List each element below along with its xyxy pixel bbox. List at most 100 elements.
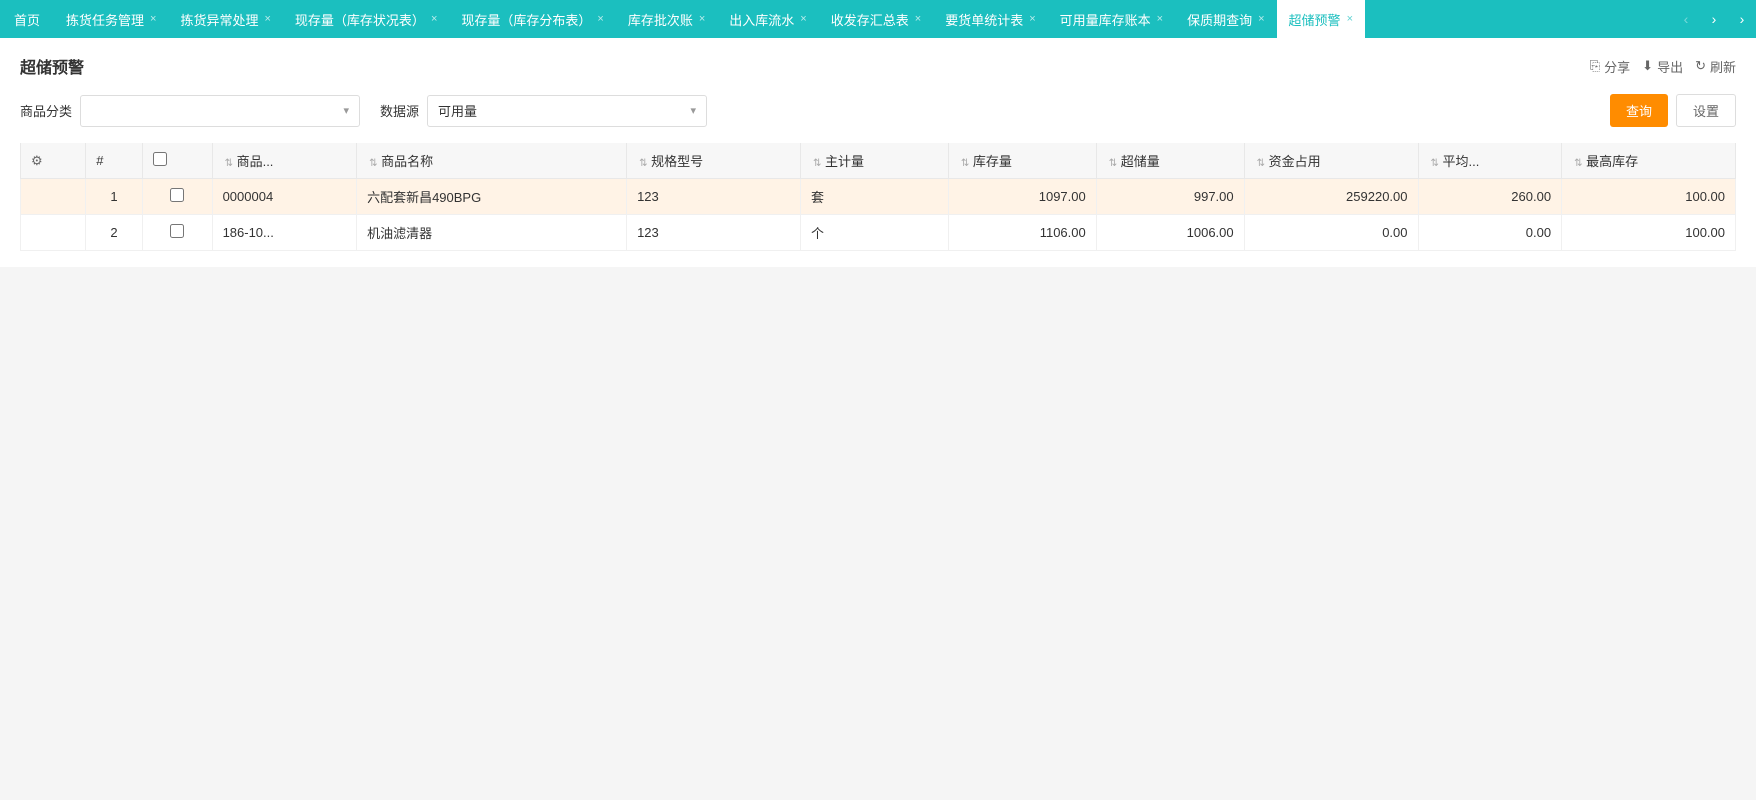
tab-5[interactable]: 库存批次账 × [616, 0, 717, 38]
row-num-cell: 2 [86, 215, 142, 251]
sort-icon-max: ⇅ [1574, 158, 1582, 169]
export-button[interactable]: ⬇ 导出 [1642, 57, 1683, 76]
page-content: 超储预警 ⎘ 分享 ⬇ 导出 ↻ 刷新 商品分类 ▾ 数据源 [0, 38, 1756, 267]
row-checkbox-cell[interactable] [142, 215, 212, 251]
top-nav: 首页 拣货任务管理 × 拣货异常处理 × 现存量（库存状况表） × 现存量（库存… [0, 0, 1756, 38]
header-actions: ⎘ 分享 ⬇ 导出 ↻ 刷新 [1590, 57, 1736, 76]
row-checkbox[interactable] [170, 188, 184, 202]
row-checkbox[interactable] [170, 224, 184, 238]
th-max-stock[interactable]: ⇅ 最高库存 [1562, 143, 1736, 179]
close-tab-9-icon[interactable]: × [1157, 13, 1163, 25]
sort-icon-name: ⇅ [369, 158, 377, 169]
tab-11[interactable]: 超储预警 × [1277, 0, 1365, 38]
refresh-icon: ↻ [1695, 58, 1706, 74]
query-button[interactable]: 查询 [1610, 94, 1668, 127]
row-spec: 123 [627, 179, 801, 215]
share-icon: ⎘ [1590, 58, 1600, 74]
close-tab-3-icon[interactable]: × [431, 13, 437, 25]
table-row: 1 0000004 六配套新昌490BPG 123 套 1097.00 997.… [21, 179, 1736, 215]
th-product-code[interactable]: ⇅ 商品... [212, 143, 357, 179]
close-tab-10-icon[interactable]: × [1258, 13, 1264, 25]
refresh-button[interactable]: ↻ 刷新 [1695, 57, 1736, 76]
sort-icon: ⇅ [225, 158, 233, 169]
row-gear-cell [21, 215, 86, 251]
tab-8[interactable]: 要货单统计表 × [933, 0, 1047, 38]
table-row: 2 186-10... 机油滤清器 123 个 1106.00 1006.00 … [21, 215, 1736, 251]
page-header: 超储预警 ⎘ 分享 ⬇ 导出 ↻ 刷新 [20, 54, 1736, 78]
tab-4[interactable]: 现存量（库存分布表） × [449, 0, 615, 38]
row-spec: 123 [627, 215, 801, 251]
row-gear-cell [21, 179, 86, 215]
close-tab-1-icon[interactable]: × [150, 13, 156, 25]
close-tab-6-icon[interactable]: × [800, 13, 806, 25]
data-table: ⚙ # ⇅ 商品... ⇅ 商品名称 ⇅ 规格型号 [20, 143, 1736, 251]
nav-home[interactable]: 首页 [0, 10, 54, 29]
tab-3[interactable]: 现存量（库存状况表） × [283, 0, 449, 38]
data-source-select[interactable]: 可用量 ▾ [427, 95, 707, 127]
data-source-label: 数据源 [380, 101, 419, 120]
tab-7[interactable]: 收发存汇总表 × [819, 0, 933, 38]
row-max-stock: 100.00 [1562, 179, 1736, 215]
tab-1[interactable]: 拣货任务管理 × [54, 0, 168, 38]
product-category-select[interactable]: ▾ [80, 95, 360, 127]
select-all-checkbox[interactable] [153, 152, 167, 166]
filter-actions: 查询 设置 [1610, 94, 1736, 127]
data-source-filter: 数据源 可用量 ▾ [380, 95, 707, 127]
row-overflow: 1006.00 [1096, 215, 1244, 251]
th-spec[interactable]: ⇅ 规格型号 [627, 143, 801, 179]
row-product-code: 0000004 [212, 179, 357, 215]
th-product-name[interactable]: ⇅ 商品名称 [357, 143, 627, 179]
sort-icon-stock: ⇅ [961, 158, 969, 169]
data-source-value: 可用量 [438, 101, 477, 120]
tab-2[interactable]: 拣货异常处理 × [168, 0, 282, 38]
nav-more-button[interactable]: › [1728, 0, 1756, 38]
th-overflow[interactable]: ⇅ 超储量 [1096, 143, 1244, 179]
th-avg[interactable]: ⇅ 平均... [1418, 143, 1562, 179]
product-category-filter: 商品分类 ▾ [20, 95, 360, 127]
row-unit: 套 [800, 179, 948, 215]
sort-icon-spec: ⇅ [639, 158, 647, 169]
row-stock: 1106.00 [948, 215, 1096, 251]
close-tab-7-icon[interactable]: × [915, 13, 921, 25]
sort-icon-capital: ⇅ [1257, 158, 1265, 169]
close-tab-5-icon[interactable]: × [699, 13, 705, 25]
row-capital: 0.00 [1244, 215, 1418, 251]
tab-6[interactable]: 出入库流水 × [717, 0, 818, 38]
row-max-stock: 100.00 [1562, 215, 1736, 251]
sort-icon-avg: ⇅ [1431, 158, 1439, 169]
sort-icon-overflow: ⇅ [1109, 158, 1117, 169]
th-unit[interactable]: ⇅ 主计量 [800, 143, 948, 179]
sort-icon-unit: ⇅ [813, 158, 821, 169]
row-unit: 个 [800, 215, 948, 251]
filter-bar: 商品分类 ▾ 数据源 可用量 ▾ 查询 设置 [20, 94, 1736, 127]
nav-prev-button[interactable]: ‹ [1672, 0, 1700, 38]
th-stock[interactable]: ⇅ 库存量 [948, 143, 1096, 179]
row-num-cell: 1 [86, 179, 142, 215]
gear-icon[interactable]: ⚙ [31, 153, 43, 168]
close-tab-11-icon[interactable]: × [1347, 13, 1353, 25]
th-checkbox [142, 143, 212, 179]
tab-9[interactable]: 可用量库存账本 × [1048, 0, 1175, 38]
row-stock: 1097.00 [948, 179, 1096, 215]
close-tab-4-icon[interactable]: × [597, 13, 603, 25]
row-checkbox-cell[interactable] [142, 179, 212, 215]
row-avg: 260.00 [1418, 179, 1562, 215]
export-icon: ⬇ [1642, 58, 1653, 74]
nav-arrows: ‹ › › [1672, 0, 1756, 38]
row-avg: 0.00 [1418, 215, 1562, 251]
close-tab-8-icon[interactable]: × [1029, 13, 1035, 25]
row-capital: 259220.00 [1244, 179, 1418, 215]
product-category-arrow-icon: ▾ [343, 104, 349, 117]
nav-next-button[interactable]: › [1700, 0, 1728, 38]
close-tab-2-icon[interactable]: × [264, 13, 270, 25]
table-header-row: ⚙ # ⇅ 商品... ⇅ 商品名称 ⇅ 规格型号 [21, 143, 1736, 179]
row-product-name: 六配套新昌490BPG [357, 179, 627, 215]
th-capital[interactable]: ⇅ 资金占用 [1244, 143, 1418, 179]
page-title: 超储预警 [20, 54, 84, 78]
share-button[interactable]: ⎘ 分享 [1590, 57, 1630, 76]
tab-10[interactable]: 保质期查询 × [1175, 0, 1276, 38]
settings-button[interactable]: 设置 [1676, 94, 1736, 127]
product-category-label: 商品分类 [20, 101, 72, 120]
data-source-arrow-icon: ▾ [691, 104, 697, 117]
th-gear[interactable]: ⚙ [21, 143, 86, 179]
